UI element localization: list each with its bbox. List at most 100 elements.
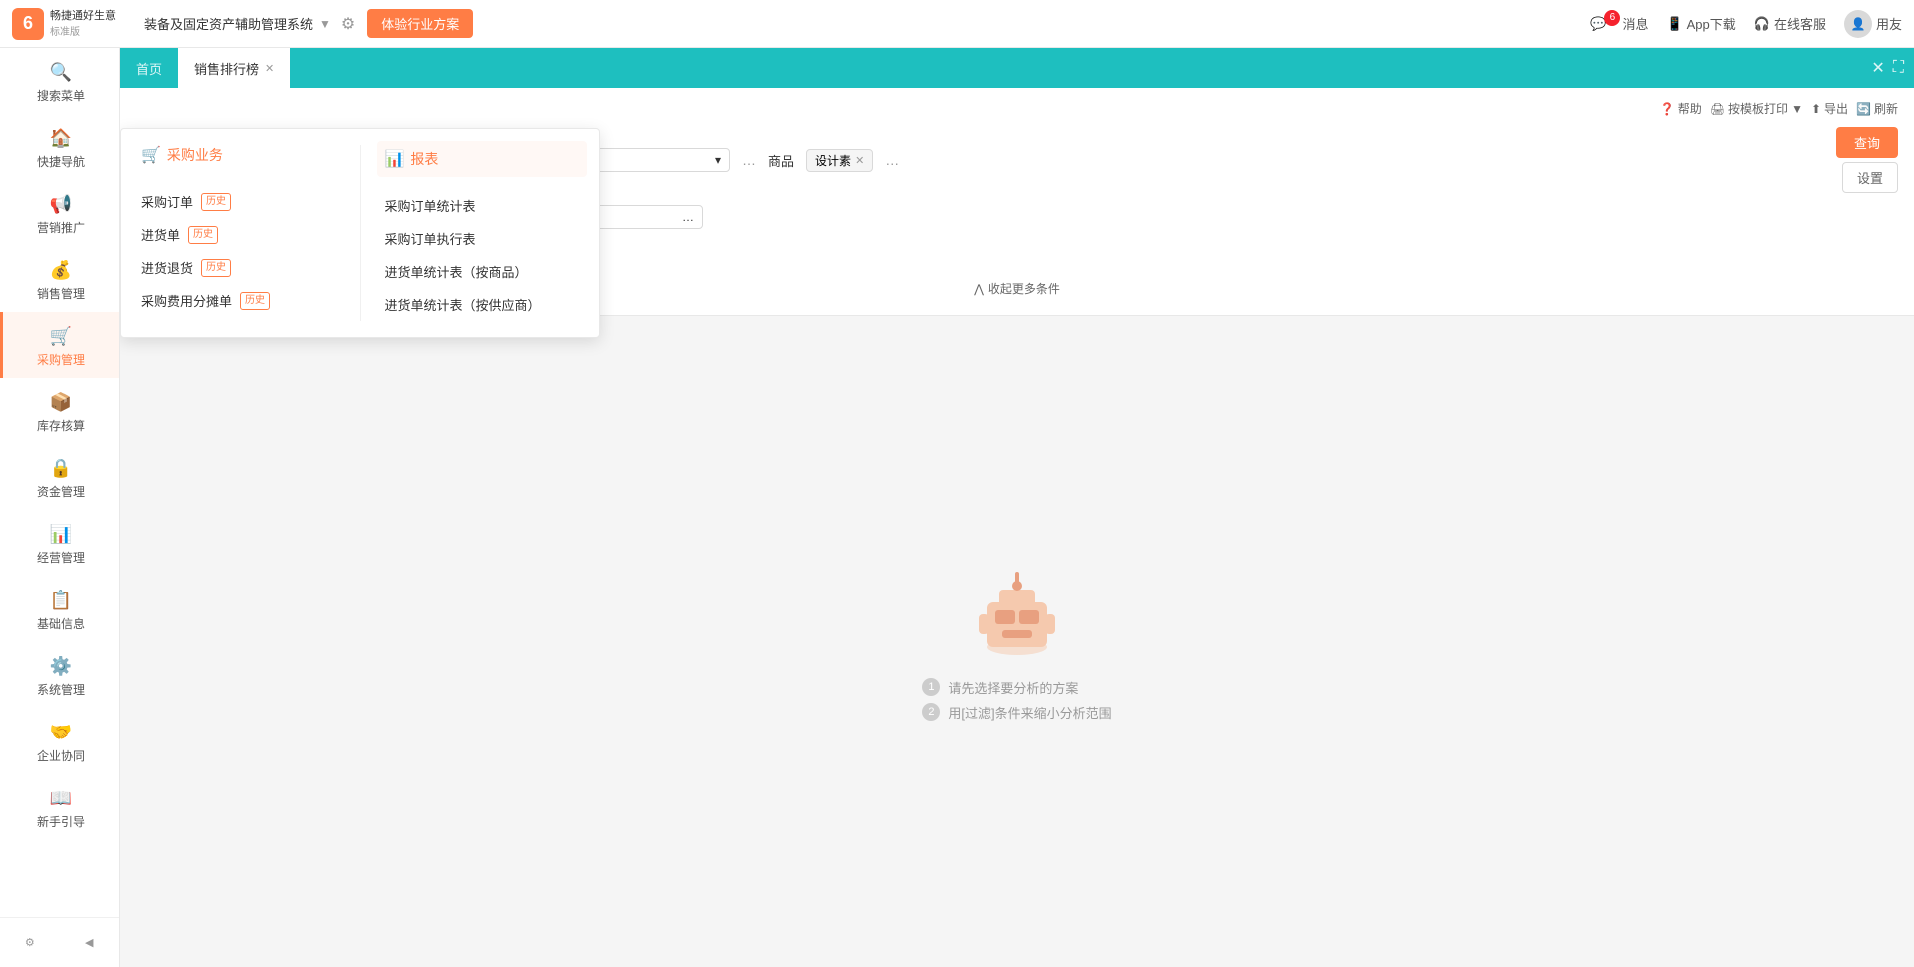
sidebar-label-search: 搜索菜单 bbox=[37, 87, 85, 104]
goods-dots[interactable]: … bbox=[885, 152, 899, 168]
menu-item-purchase-cost[interactable]: 采购费用分摊单 历史 bbox=[141, 284, 336, 317]
service-btn[interactable]: 🎧 在线客服 bbox=[1754, 14, 1826, 33]
refresh-btn[interactable]: 🔄 刷新 bbox=[1856, 100, 1898, 117]
refresh-label: 刷新 bbox=[1874, 100, 1898, 117]
dropdown-arrow-icon[interactable]: ▼ bbox=[319, 17, 331, 31]
basic-icon: 📋 bbox=[50, 590, 72, 611]
sidebar-item-system[interactable]: ⚙️ 系统管理 bbox=[0, 642, 119, 708]
menu-item-label: 进货单统计表（按供应商） bbox=[385, 295, 541, 314]
print-btn[interactable]: 🖨 按模板打印 ▼ bbox=[1710, 100, 1803, 117]
tab-bar: 首页 销售排行榜 ✕ ✕ ⛶ bbox=[120, 48, 1914, 88]
set-btn[interactable]: 设置 bbox=[1842, 162, 1898, 193]
content-area: 首页 销售排行榜 ✕ ✕ ⛶ 🛒 采购业务 bbox=[120, 48, 1914, 967]
logo-title: 畅捷通好生意 bbox=[50, 9, 116, 23]
industry-btn[interactable]: 体验行业方案 bbox=[367, 9, 473, 38]
sidebar-item-coop[interactable]: 🤝 企业协同 bbox=[0, 708, 119, 774]
menu-item-label: 进货单统计表（按商品） bbox=[385, 262, 528, 281]
sidebar-label-capital: 资金管理 bbox=[37, 483, 85, 500]
print-icon: 🖨 bbox=[1710, 102, 1725, 116]
gear-icon[interactable]: ⚙ bbox=[341, 14, 355, 34]
purchase-menu-section: 🛒 采购业务 采购订单 历史 进货单 历史 进货退货 历史 bbox=[141, 145, 336, 321]
sidebar-item-purchase[interactable]: 🛒 采购管理 bbox=[0, 312, 119, 378]
tab-sales-rank-label: 销售排行榜 bbox=[194, 59, 259, 78]
sidebar-label-basic: 基础信息 bbox=[37, 615, 85, 632]
menu-item-purchase-return[interactable]: 进货退货 历史 bbox=[141, 251, 336, 284]
home-icon: 🏠 bbox=[50, 128, 72, 149]
logo-area: 6 畅捷通好生意 标准版 bbox=[12, 8, 132, 40]
logo-icon: 6 bbox=[12, 8, 44, 40]
doc-status-dropdown-icon: ▾ bbox=[715, 153, 721, 167]
report-section-icon: 📊 bbox=[385, 149, 405, 169]
filter-actions: ❓ 帮助 🖨 按模板打印 ▼ ⬆ 导出 🔄 bbox=[1660, 100, 1898, 117]
menu-item-purchase-order[interactable]: 采购订单 历史 bbox=[141, 185, 336, 218]
menu-item-report-2[interactable]: 采购订单执行表 bbox=[385, 222, 580, 255]
tab-close-icon[interactable]: ✕ bbox=[265, 62, 274, 75]
sidebar-label-quick: 快捷导航 bbox=[37, 153, 85, 170]
goods-tag: 设计素 ✕ bbox=[806, 149, 873, 172]
salesman-dropdown-icon: … bbox=[682, 210, 694, 224]
menu-item-report-4[interactable]: 进货单统计表（按供应商） bbox=[385, 288, 580, 321]
user-btn[interactable]: 👤 用友 bbox=[1844, 10, 1902, 38]
system-icon: ⚙️ bbox=[50, 656, 72, 677]
sys-name-area: 装备及固定资产辅助管理系统 ▼ ⚙ bbox=[144, 14, 355, 34]
menu-item-purchase-in[interactable]: 进货单 历史 bbox=[141, 218, 336, 251]
empty-steps: 1 请先选择要分析的方案 2 用[过滤]条件来缩小分析范围 bbox=[922, 678, 1111, 722]
sidebar-item-basic[interactable]: 📋 基础信息 bbox=[0, 576, 119, 642]
sidebar-item-capital[interactable]: 🔒 资金管理 bbox=[0, 444, 119, 510]
tab-home[interactable]: 首页 bbox=[120, 48, 178, 88]
print-dropdown-icon[interactable]: ▼ bbox=[1791, 102, 1803, 116]
tab-home-label: 首页 bbox=[136, 59, 162, 78]
coop-icon: 🤝 bbox=[50, 722, 72, 743]
sidebar-item-quick[interactable]: 🏠 快捷导航 bbox=[0, 114, 119, 180]
purchase-icon: 🛒 bbox=[50, 326, 72, 347]
export-btn[interactable]: ⬆ 导出 bbox=[1811, 100, 1848, 117]
filter-actions-row: ❓ 帮助 🖨 按模板打印 ▼ ⬆ 导出 🔄 bbox=[136, 100, 1898, 117]
sidebar-item-sales[interactable]: 💰 销售管理 bbox=[0, 246, 119, 312]
app-download-btn[interactable]: 📱 App下载 bbox=[1666, 14, 1735, 33]
goods-tag-close[interactable]: ✕ bbox=[855, 154, 864, 167]
query-btn[interactable]: 查询 bbox=[1836, 127, 1898, 158]
purchase-section-icon: 🛒 bbox=[141, 145, 161, 165]
capital-icon: 🔒 bbox=[50, 458, 72, 479]
menu-item-label: 采购订单执行表 bbox=[385, 229, 476, 248]
step-2-text: 用[过滤]条件来缩小分析范围 bbox=[948, 703, 1111, 722]
sidebar-label-coop: 企业协同 bbox=[37, 747, 85, 764]
sidebar-collapse-btn[interactable]: ◀ bbox=[60, 928, 120, 957]
collapse-up-icon: ⋀ bbox=[974, 282, 984, 296]
sidebar-item-operation[interactable]: 📊 经营管理 bbox=[0, 510, 119, 576]
menu-item-label: 采购费用分摊单 bbox=[141, 291, 232, 310]
guide-icon: 📖 bbox=[50, 788, 72, 809]
phone-icon: 📱 bbox=[1666, 16, 1682, 32]
empty-step-2: 2 用[过滤]条件来缩小分析范围 bbox=[922, 703, 1111, 722]
sidebar-item-guide[interactable]: 📖 新手引导 bbox=[0, 774, 119, 840]
user-label: 用友 bbox=[1876, 14, 1902, 33]
message-btn[interactable]: 💬 6 消息 bbox=[1590, 14, 1648, 33]
doc-status-dots[interactable]: … bbox=[742, 152, 756, 168]
sidebar-label-marketing: 营销推广 bbox=[37, 219, 85, 236]
empty-svg bbox=[957, 562, 1077, 662]
tab-sales-rank[interactable]: 销售排行榜 ✕ bbox=[178, 48, 290, 88]
sidebar-item-inventory[interactable]: 📦 库存核算 bbox=[0, 378, 119, 444]
menu-item-report-3[interactable]: 进货单统计表（按商品） bbox=[385, 255, 580, 288]
sidebar-label-purchase: 采购管理 bbox=[37, 351, 85, 368]
refresh-icon: 🔄 bbox=[1856, 102, 1871, 116]
tab-close-window-icon[interactable]: ✕ bbox=[1871, 58, 1884, 78]
help-btn[interactable]: ❓ 帮助 bbox=[1660, 100, 1702, 117]
sidebar-item-search[interactable]: 🔍 搜索菜单 bbox=[0, 48, 119, 114]
tab-expand-icon[interactable]: ⛶ bbox=[1893, 59, 1904, 77]
inventory-icon: 📦 bbox=[50, 392, 72, 413]
menu-item-report-1[interactable]: 采购订单统计表 bbox=[385, 189, 580, 222]
empty-step-1: 1 请先选择要分析的方案 bbox=[922, 678, 1111, 697]
sales-icon: 💰 bbox=[50, 260, 72, 281]
sidebar-item-marketing[interactable]: 📢 营销推广 bbox=[0, 180, 119, 246]
sidebar-settings-btn[interactable]: ⚙ bbox=[0, 928, 60, 957]
help-label: 帮助 bbox=[1678, 100, 1702, 117]
purchase-section-title: 🛒 采购业务 bbox=[141, 145, 336, 173]
topbar: 6 畅捷通好生意 标准版 装备及固定资产辅助管理系统 ▼ ⚙ 体验行业方案 💬 … bbox=[0, 0, 1914, 48]
sidebar-bottom: ⚙ ◀ bbox=[0, 917, 119, 967]
menu-item-label: 进货单 bbox=[141, 225, 180, 244]
sidebar-label-inventory: 库存核算 bbox=[37, 417, 85, 434]
step-1-text: 请先选择要分析的方案 bbox=[948, 678, 1078, 697]
collapse-label: 收起更多条件 bbox=[988, 280, 1060, 297]
sys-name: 装备及固定资产辅助管理系统 bbox=[144, 14, 313, 33]
